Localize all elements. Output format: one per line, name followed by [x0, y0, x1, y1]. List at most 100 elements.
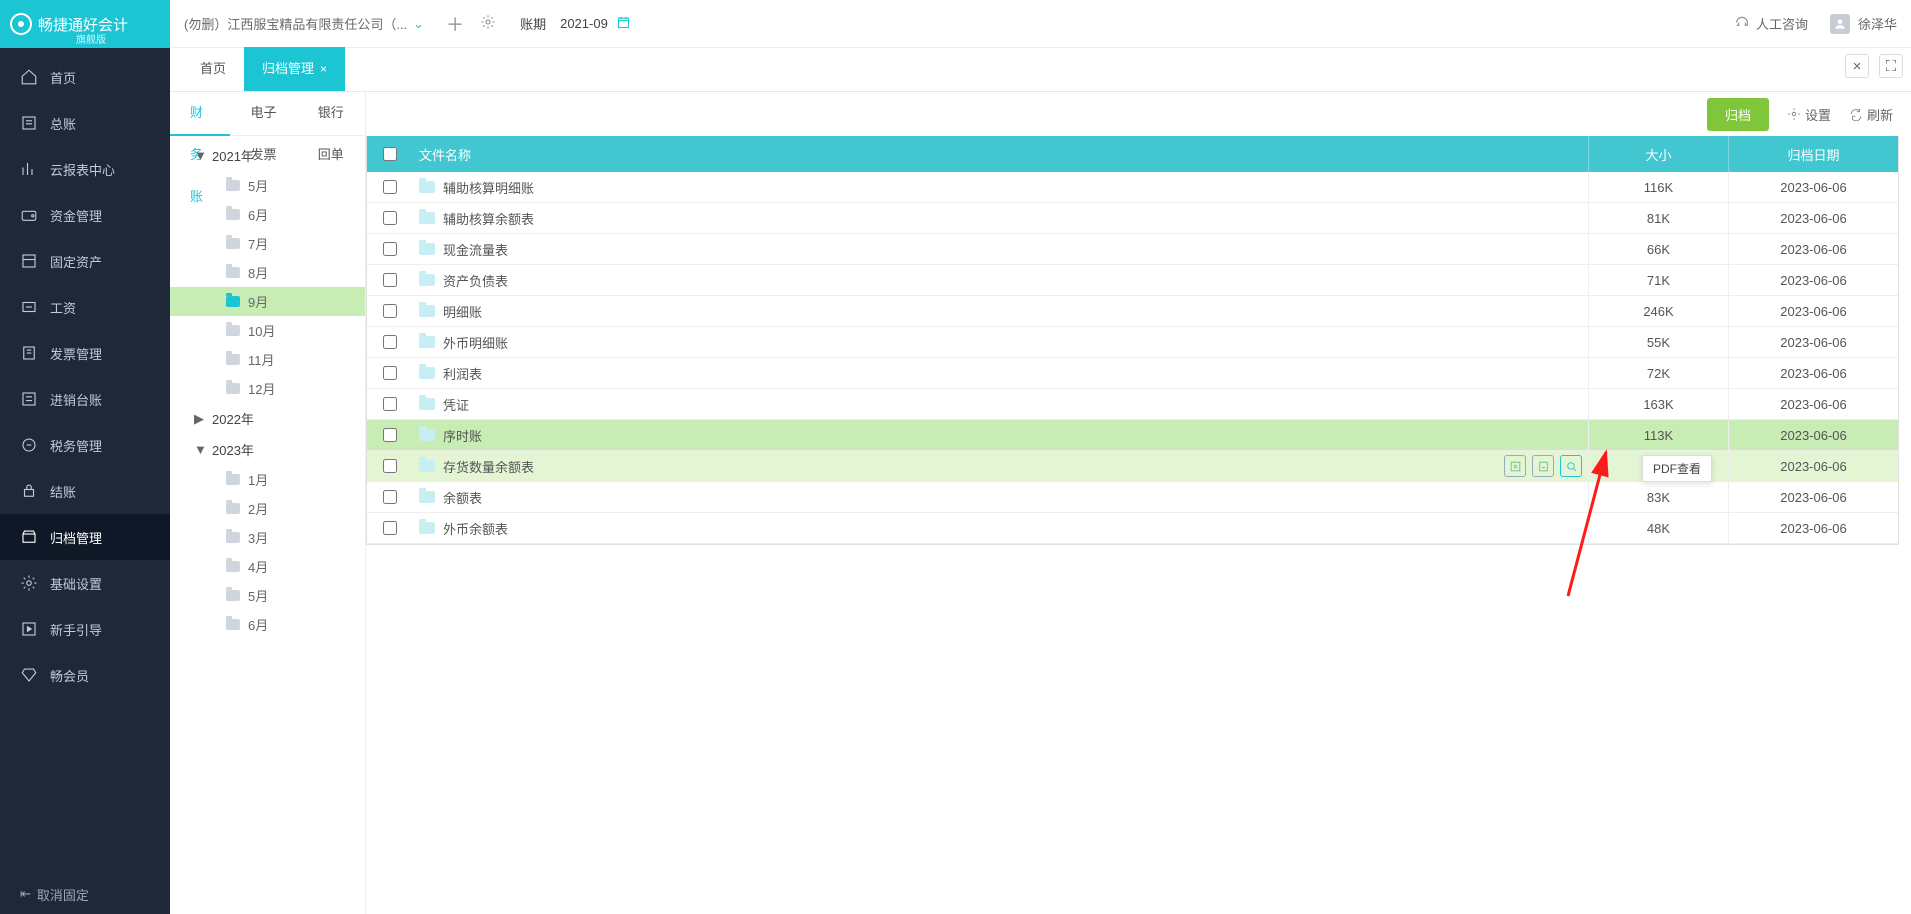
row-checkbox[interactable] [383, 211, 397, 225]
tree-month-2021-7[interactable]: 7月 [170, 229, 365, 258]
page-tabs: 首页 归档管理 × × ⛶ [170, 48, 1911, 92]
inner-tab-bank[interactable]: 银行回单 [298, 92, 365, 136]
tabs-close-button[interactable]: × [1845, 54, 1869, 78]
table-row[interactable]: 外币明细账55K2023-06-06 [367, 327, 1898, 358]
row-checkbox[interactable] [383, 304, 397, 318]
row-checkbox[interactable] [383, 242, 397, 256]
add-company-button[interactable]: ＋ [446, 11, 464, 37]
nav-member[interactable]: 畅会员 [0, 652, 170, 698]
table-row[interactable]: 余额表83K2023-06-06 [367, 482, 1898, 513]
file-name: 凭证 [443, 395, 469, 414]
tree-month-2021-9[interactable]: 9月 [170, 287, 365, 316]
file-size: 113K [1588, 420, 1728, 450]
view-pdf-button[interactable] [1560, 455, 1582, 477]
tree-month-2023-3[interactable]: 3月 [170, 523, 365, 552]
company-settings-button[interactable] [480, 14, 496, 33]
tab-close-icon[interactable]: × [320, 62, 327, 76]
archive-button[interactable]: 归档 [1707, 98, 1769, 131]
tree-month-2021-6[interactable]: 6月 [170, 200, 365, 229]
file-size: 55K [1588, 327, 1728, 357]
folder-icon [226, 296, 240, 307]
table-row[interactable]: 序时账113K2023-06-06 [367, 420, 1898, 451]
export-pdf-button[interactable] [1532, 455, 1554, 477]
fullscreen-button[interactable]: ⛶ [1879, 54, 1903, 78]
nav-asset-label: 固定资产 [50, 252, 102, 271]
table-row[interactable]: 现金流量表66K2023-06-06 [367, 234, 1898, 265]
brand: 畅捷通好会计 旗舰版 [0, 0, 170, 48]
tab-archive-label: 归档管理 [262, 61, 314, 76]
nav-home[interactable]: 首页 [0, 54, 170, 100]
nav-close[interactable]: 结账 [0, 468, 170, 514]
unpin-button[interactable]: ⇤ 取消固定 [0, 874, 170, 914]
table-row[interactable]: 辅助核算明细账116K2023-06-06 [367, 172, 1898, 203]
file-name: 外币明细账 [443, 333, 508, 352]
tree-month-label: 2月 [248, 499, 268, 518]
row-checkbox[interactable] [383, 366, 397, 380]
tree-month-2021-11[interactable]: 11月 [170, 345, 365, 374]
tree-month-2023-4[interactable]: 4月 [170, 552, 365, 581]
calendar-icon[interactable] [616, 15, 631, 33]
nav-invoice[interactable]: 发票管理 [0, 330, 170, 376]
folder-icon [419, 274, 435, 286]
tree-month-label: 8月 [248, 263, 268, 282]
nav-fund[interactable]: 资金管理 [0, 192, 170, 238]
tab-home[interactable]: 首页 [182, 47, 244, 91]
nav-asset[interactable]: 固定资产 [0, 238, 170, 284]
nav-salary[interactable]: 工资 [0, 284, 170, 330]
refresh-link[interactable]: 刷新 [1849, 105, 1893, 124]
settings-link[interactable]: 设置 [1787, 105, 1831, 124]
company-selector[interactable]: (勿删）江西服宝精品有限责任公司（... [184, 14, 407, 33]
table-header: 文件名称 大小 归档日期 [367, 136, 1898, 172]
row-checkbox[interactable] [383, 521, 397, 535]
invoice-icon [20, 344, 38, 362]
nav-purchase[interactable]: 进销台账 [0, 376, 170, 422]
tree-month-2023-5[interactable]: 5月 [170, 581, 365, 610]
select-all-checkbox[interactable] [383, 147, 397, 161]
inner-tab-einvoice[interactable]: 电子发票 [230, 92, 297, 136]
tree-year-2021[interactable]: ▼2021年 [170, 140, 365, 171]
tree-month-2021-8[interactable]: 8月 [170, 258, 365, 287]
tree-month-2021-5[interactable]: 5月 [170, 171, 365, 200]
table-row[interactable]: 存货数量余额表2K2023-06-06PDF查看 [367, 451, 1898, 482]
caret-down-icon: ▼ [194, 442, 206, 457]
file-date: 2023-06-06 [1728, 358, 1898, 388]
tree-month-2023-2[interactable]: 2月 [170, 494, 365, 523]
nav-ledger[interactable]: 总账 [0, 100, 170, 146]
table-row[interactable]: 资产负债表71K2023-06-06 [367, 265, 1898, 296]
table-row[interactable]: 辅助核算余额表81K2023-06-06 [367, 203, 1898, 234]
folder-icon [226, 619, 240, 630]
tree-month-2021-10[interactable]: 10月 [170, 316, 365, 345]
row-checkbox[interactable] [383, 490, 397, 504]
nav-guide[interactable]: 新手引导 [0, 606, 170, 652]
tree-year-2023-label: 2023年 [212, 440, 254, 459]
row-checkbox[interactable] [383, 459, 397, 473]
tree-year-2023[interactable]: ▼ 2023年 [170, 434, 365, 465]
row-checkbox[interactable] [383, 428, 397, 442]
period-value[interactable]: 2021-09 [560, 16, 608, 31]
tab-archive[interactable]: 归档管理 × [244, 47, 345, 91]
row-checkbox[interactable] [383, 397, 397, 411]
file-name: 现金流量表 [443, 240, 508, 259]
row-checkbox[interactable] [383, 273, 397, 287]
export-excel-button[interactable] [1504, 455, 1526, 477]
row-checkbox[interactable] [383, 180, 397, 194]
pdf-view-tooltip: PDF查看 [1642, 455, 1712, 482]
row-checkbox[interactable] [383, 335, 397, 349]
tree-month-2021-12[interactable]: 12月 [170, 374, 365, 403]
nav-tax[interactable]: 税务管理 [0, 422, 170, 468]
table-row[interactable]: 凭证163K2023-06-06 [367, 389, 1898, 420]
nav-archive[interactable]: 归档管理 [0, 514, 170, 560]
nav-reports[interactable]: 云报表中心 [0, 146, 170, 192]
table-row[interactable]: 明细账246K2023-06-06 [367, 296, 1898, 327]
folder-icon [419, 460, 435, 472]
company-dropdown-icon[interactable]: ⌄ [413, 16, 424, 32]
tree-month-2023-6[interactable]: 6月 [170, 610, 365, 639]
table-row[interactable]: 外币余额表48K2023-06-06 [367, 513, 1898, 544]
consult-link[interactable]: 人工咨询 [1756, 14, 1808, 33]
inner-tab-finance[interactable]: 财务账 [170, 92, 230, 136]
user-menu[interactable]: 徐泽华 [1858, 14, 1897, 33]
nav-settings[interactable]: 基础设置 [0, 560, 170, 606]
table-row[interactable]: 利润表72K2023-06-06 [367, 358, 1898, 389]
tree-month-2023-1[interactable]: 1月 [170, 465, 365, 494]
tree-year-2022[interactable]: ▶2022年 [170, 403, 365, 434]
